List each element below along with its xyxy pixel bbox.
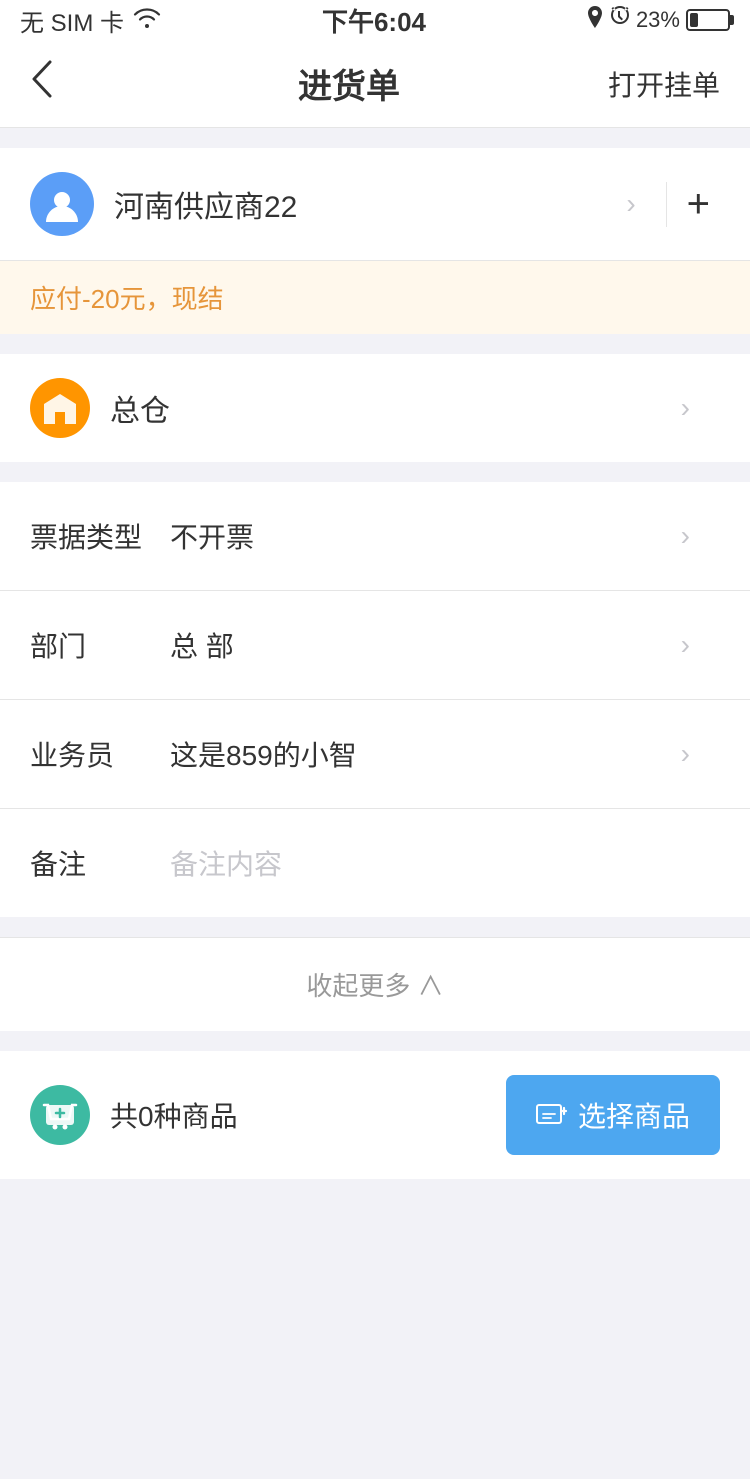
select-product-button[interactable]: 选择商品 [506,1075,720,1155]
section-divider-1 [0,128,750,148]
salesperson-row[interactable]: 业务员 这是859的小智 › [0,700,750,809]
wifi-icon [132,6,162,35]
salesperson-label: 业务员 [30,734,160,774]
supplier-row[interactable]: 河南供应商22 › + [0,148,750,261]
status-time: 下午6:04 [322,2,426,39]
ticket-type-chevron-icon: › [681,520,690,552]
bottom-product-section: 共0种商品 选择商品 [0,1051,750,1179]
nav-bar: 进货单 打开挂单 [0,40,750,128]
department-value: 总 部 [160,625,681,665]
warehouse-row[interactable]: 总仓 › [0,354,750,462]
page-title: 进货单 [298,59,400,108]
location-icon [586,6,604,34]
collapse-text: 收起更多 ∧ [306,966,443,1003]
remark-row[interactable]: 备注 备注内容 [0,809,750,917]
remark-input[interactable]: 备注内容 [160,843,720,883]
open-pending-button[interactable]: 打开挂单 [608,64,720,104]
sim-label: 无 SIM 卡 [20,3,124,38]
remark-label: 备注 [30,843,160,883]
collapse-row[interactable]: 收起更多 ∧ [0,937,750,1031]
battery-percent: 23% [636,7,680,33]
salesperson-chevron-icon: › [681,738,690,770]
warehouse-name: 总仓 [110,386,681,430]
status-right: 23% [586,6,730,34]
department-chevron-icon: › [681,629,690,661]
ticket-type-value: 不开票 [160,516,681,556]
department-row[interactable]: 部门 总 部 › [0,591,750,700]
supplier-avatar [30,172,94,236]
supplier-chevron-icon: › [626,188,635,220]
ticket-type-row[interactable]: 票据类型 不开票 › [0,482,750,591]
status-left: 无 SIM 卡 [20,3,162,38]
alarm-icon [610,6,630,34]
bottom-gray-area [0,1179,750,1479]
supplier-card: 河南供应商22 › + 应付-20元，现结 [0,148,750,334]
select-product-label: 选择商品 [578,1095,690,1135]
add-supplier-button[interactable]: + [666,182,720,227]
notice-banner: 应付-20元，现结 [0,261,750,334]
warehouse-card: 总仓 › [0,354,750,462]
department-label: 部门 [30,625,160,665]
notice-text: 应付-20元，现结 [30,284,224,314]
product-count: 共0种商品 [110,1095,486,1135]
battery-icon [686,9,730,31]
warehouse-icon [30,378,90,438]
form-section: 票据类型 不开票 › 部门 总 部 › 业务员 这是859的小智 › 备注 备注… [0,482,750,917]
warehouse-chevron-icon: › [681,392,690,424]
salesperson-value: 这是859的小智 [160,734,681,774]
product-cart-icon [30,1085,90,1145]
status-bar: 无 SIM 卡 下午6:04 23% [0,0,750,40]
ticket-type-label: 票据类型 [30,516,160,556]
back-button[interactable] [30,58,90,109]
supplier-name: 河南供应商22 [114,182,626,226]
section-divider-2 [0,334,750,354]
